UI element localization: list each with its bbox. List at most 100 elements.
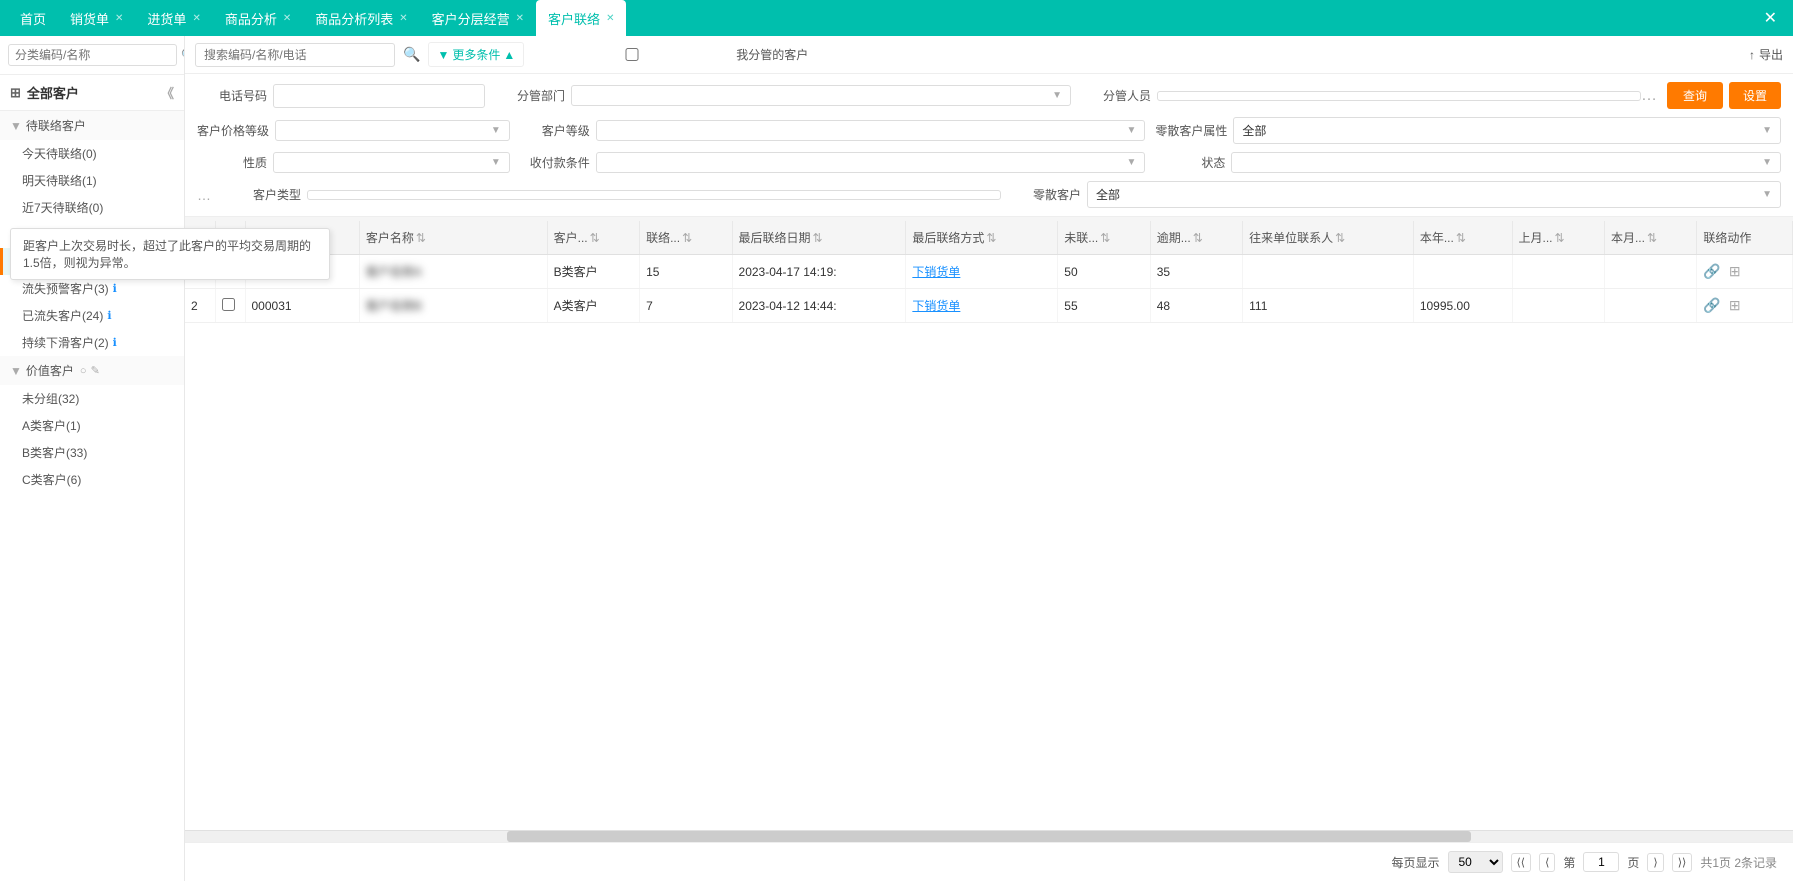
filter-icon: ▼	[437, 48, 449, 62]
col-uncontacted[interactable]: 未联...⇅	[1058, 221, 1150, 255]
nav-analysis-list[interactable]: 商品分析列表 ✕	[303, 0, 419, 36]
my-customers-checkbox[interactable]	[532, 48, 732, 61]
row2-select-checkbox[interactable]	[222, 298, 235, 311]
row2-contact-count: 7	[640, 289, 732, 323]
row2-name: 客户名称B	[359, 289, 547, 323]
nav-customer-contact[interactable]: 客户联络 ✕	[536, 0, 626, 36]
filter-gender: 性质 ▼	[197, 152, 510, 173]
next-page-button[interactable]: ⟩	[1647, 853, 1663, 872]
sort-overdue-icon: ⇅	[1193, 231, 1203, 245]
sidebar-item-ungrouped[interactable]: 未分组(32)	[0, 385, 184, 412]
col-last-month[interactable]: 上月...⇅	[1512, 221, 1604, 255]
col-name[interactable]: 客户名称⇅	[359, 221, 547, 255]
sidebar-item-class-b[interactable]: B类客户(33)	[0, 439, 184, 466]
close-customer-contact-icon[interactable]: ✕	[606, 13, 614, 24]
sidebar-search-input[interactable]	[8, 44, 177, 66]
status-select[interactable]: ▼	[1231, 152, 1781, 173]
sort-this-month-icon: ⇅	[1647, 231, 1657, 245]
nav-sales[interactable]: 销货单 ✕	[58, 0, 135, 36]
sidebar-item-tomorrow[interactable]: 明天待联络(1)	[0, 167, 184, 194]
sidebar-all-customers[interactable]: ⊞ 全部客户 《	[0, 75, 184, 111]
row1-name-value: 客户名称A	[366, 265, 422, 279]
col-last-method[interactable]: 最后联络方式⇅	[906, 221, 1058, 255]
horizontal-scrollbar[interactable]	[185, 830, 1793, 842]
query-button[interactable]: 查询	[1667, 82, 1723, 109]
col-overdue[interactable]: 逾期...⇅	[1150, 221, 1242, 255]
row2-link-icon[interactable]: 🔗	[1703, 297, 1720, 314]
filter-row-1: 电话号码 分管部门 ▼ 分管人员 …	[197, 82, 1781, 109]
row2-last-method[interactable]: 下销货单	[906, 289, 1058, 323]
filter-dept: 分管部门 ▼	[495, 85, 1071, 106]
sidebar-collapse-icon[interactable]: 《	[161, 83, 174, 102]
price-level-label: 客户价格等级	[197, 122, 269, 139]
retail-customer-select[interactable]: 全部 ▼	[1087, 181, 1781, 208]
col-contact-count[interactable]: 联络...⇅	[640, 221, 732, 255]
scrollbar-thumb[interactable]	[507, 831, 1472, 842]
nav-customer-segment[interactable]: 客户分层经营 ✕	[420, 0, 536, 36]
dept-select[interactable]: ▼	[571, 85, 1071, 106]
settings-button[interactable]: 设置	[1729, 82, 1781, 109]
customer-type-select[interactable]	[307, 190, 1001, 200]
row1-grid-icon[interactable]: ⊞	[1729, 263, 1741, 280]
col-contacts[interactable]: 往来单位联系人⇅	[1243, 221, 1414, 255]
more-dots-icon[interactable]: …	[197, 187, 211, 203]
sidebar-item-churned[interactable]: 已流失客户(24) ℹ	[0, 302, 184, 329]
nav-analysis[interactable]: 商品分析 ✕	[213, 0, 303, 36]
dept-chevron-icon: ▼	[1052, 90, 1062, 101]
row1-link-icon[interactable]: 🔗	[1703, 263, 1720, 280]
pagination: 每页显示 50 20 100 ⟨⟨ ⟨ 第 页 ⟩ ⟩⟩ 共1页 2条记录	[185, 842, 1793, 881]
search-input[interactable]	[195, 43, 395, 67]
customer-level-select[interactable]: ▼	[596, 120, 1146, 141]
manager-select[interactable]	[1157, 91, 1641, 101]
sidebar-item-today[interactable]: 今天待联络(0)	[0, 140, 184, 167]
per-page-select[interactable]: 50 20 100	[1448, 851, 1503, 873]
sidebar-pending-group[interactable]: ▼ 待联络客户	[0, 111, 184, 140]
edit-icon[interactable]: ✎	[91, 364, 100, 377]
sidebar-value-group[interactable]: ▼ 价值客户 ○ ✎	[0, 356, 184, 385]
content-area: 🔍 ▼ 更多条件 ▲ 我分管的客户 ↑ 导出 电话号码	[185, 36, 1793, 881]
my-customers-toggle[interactable]: 我分管的客户	[532, 46, 808, 63]
nav-purchase[interactable]: 进货单 ✕	[135, 0, 212, 36]
manager-more-icon[interactable]: …	[1641, 87, 1657, 105]
search-icon[interactable]: 🔍	[403, 46, 420, 63]
close-purchase-icon[interactable]: ✕	[192, 13, 200, 24]
close-customer-segment-icon[interactable]: ✕	[516, 13, 524, 24]
close-analysis-list-icon[interactable]: ✕	[399, 13, 407, 24]
sort-contact-icon: ⇅	[682, 231, 692, 245]
col-action[interactable]: 联络动作	[1697, 221, 1793, 255]
more-conditions-button[interactable]: ▼ 更多条件 ▲	[428, 42, 524, 67]
sidebar-item-class-c[interactable]: C类客户(6)	[0, 466, 184, 493]
pay-term-select[interactable]: ▼	[596, 152, 1146, 173]
filter-row-4: … 客户类型 零散客户 全部 ▼	[197, 181, 1781, 208]
last-page-button[interactable]: ⟩⟩	[1672, 853, 1693, 872]
row2-grid-icon[interactable]: ⊞	[1729, 297, 1741, 314]
export-icon: ↑	[1749, 48, 1755, 62]
retail-attr-select[interactable]: 全部 ▼	[1233, 117, 1781, 144]
close-analysis-icon[interactable]: ✕	[283, 13, 291, 24]
first-page-button[interactable]: ⟨⟨	[1511, 853, 1532, 872]
prev-page-button[interactable]: ⟨	[1539, 853, 1555, 872]
row2-checkbox[interactable]	[215, 289, 245, 323]
sidebar-item-7days[interactable]: 近7天待联络(0)	[0, 194, 184, 221]
col-last-date[interactable]: 最后联络日期⇅	[732, 221, 906, 255]
gender-select[interactable]: ▼	[273, 152, 510, 173]
dept-label: 分管部门	[495, 87, 565, 104]
sidebar-item-class-a[interactable]: A类客户(1)	[0, 412, 184, 439]
sidebar-item-declining[interactable]: 持续下滑客户(2) ℹ	[0, 329, 184, 356]
sort-uncontacted-icon: ⇅	[1100, 231, 1110, 245]
nav-home[interactable]: 首页	[8, 0, 58, 36]
export-button[interactable]: ↑ 导出	[1749, 46, 1783, 63]
col-customer-type[interactable]: 客户...⇅	[547, 221, 639, 255]
page-label: 第	[1563, 854, 1575, 871]
action-buttons: 查询 设置	[1667, 82, 1781, 109]
row1-last-method[interactable]: 下销货单	[906, 255, 1058, 289]
col-year-amount[interactable]: 本年...⇅	[1413, 221, 1512, 255]
col-this-month[interactable]: 本月...⇅	[1604, 221, 1696, 255]
info-icon-churned: ℹ	[107, 309, 111, 322]
close-sales-icon[interactable]: ✕	[115, 13, 123, 24]
circle-icon[interactable]: ○	[80, 365, 87, 377]
phone-input[interactable]	[273, 84, 485, 108]
page-number-input[interactable]	[1583, 852, 1619, 872]
price-level-select[interactable]: ▼	[275, 120, 510, 141]
window-close-button[interactable]: ✕	[1756, 8, 1785, 28]
